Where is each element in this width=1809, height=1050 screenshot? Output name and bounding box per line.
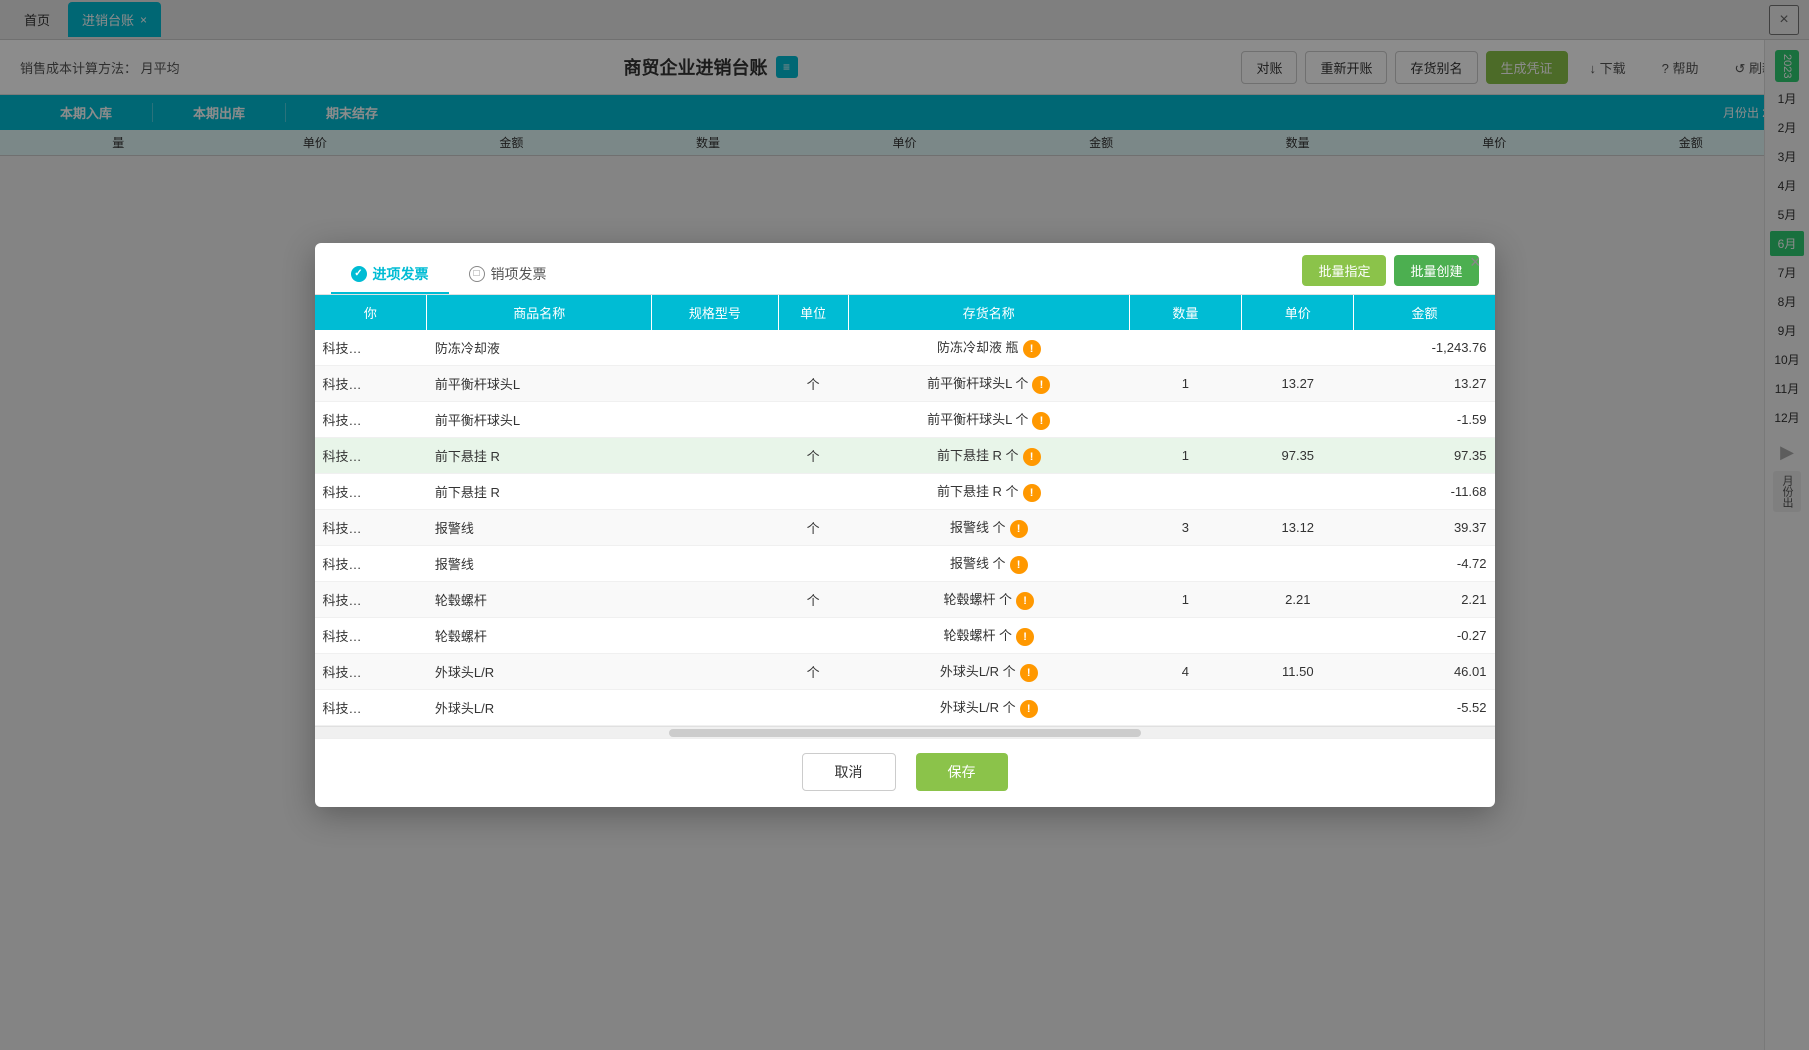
table-row: 科技…报警线个报警线 个!313.1239.37 [315,510,1495,546]
amount-cell: 2.21 [1354,582,1495,618]
table-row: 科技…轮毂螺杆个轮毂螺杆 个!12.212.21 [315,582,1495,618]
th-col7: 单价 [1242,295,1354,330]
amount-cell: -4.72 [1354,546,1495,582]
jinxiang-tab-icon: ✓ [351,266,367,282]
tab-xiaoxiang-fapiao[interactable]: □ 销项发票 [449,256,567,294]
warning-icon: ! [1020,700,1038,718]
modal-footer: 取消 保存 [315,738,1495,807]
inventory-name-cell: 前下悬挂 R 个! [848,438,1129,474]
warning-icon: ! [1023,340,1041,358]
amount-cell: 97.35 [1354,438,1495,474]
warning-icon: ! [1010,556,1028,574]
table-row: 科技…前下悬挂 R个前下悬挂 R 个!197.3597.35 [315,438,1495,474]
th-col8: 金额 [1354,295,1495,330]
table-row: 科技…前平衡杆球头L个前平衡杆球头L 个!113.2713.27 [315,366,1495,402]
save-button[interactable]: 保存 [916,753,1008,791]
amount-cell: -1.59 [1354,402,1495,438]
warning-icon: ! [1016,628,1034,646]
inventory-name-cell: 报警线 个! [848,546,1129,582]
modal-table-wrapper: 你 商品名称 规格型号 单位 存货名称 数量 单价 金额 科技…防冻冷却液防冻冷… [315,295,1495,726]
scrollbar-thumb[interactable] [669,729,1141,737]
inventory-name-cell: 前平衡杆球头L 个! [848,402,1129,438]
warning-icon: ! [1020,664,1038,682]
tab-jinxiang-fapiao[interactable]: ✓ 进项发票 [331,256,449,294]
modal-header: ✓ 进项发票 □ 销项发票 批量指定 批量创建 × [315,243,1495,295]
inventory-name-cell: 外球头L/R 个! [848,690,1129,726]
table-row: 科技…外球头L/R外球头L/R 个!-5.52 [315,690,1495,726]
inventory-name-cell: 外球头L/R 个! [848,654,1129,690]
inventory-name-cell: 前下悬挂 R 个! [848,474,1129,510]
jinxiang-tab-label: 进项发票 [373,264,429,284]
modal-horizontal-scrollbar[interactable] [315,726,1495,738]
table-row: 科技…轮毂螺杆轮毂螺杆 个!-0.27 [315,618,1495,654]
modal-overlay: ✓ 进项发票 □ 销项发票 批量指定 批量创建 × [0,0,1809,1050]
table-row: 科技…前平衡杆球头L前平衡杆球头L 个!-1.59 [315,402,1495,438]
inventory-name-cell: 前平衡杆球头L 个! [848,366,1129,402]
app-container: 首页 进销台账 × × 销售成本计算方法： 月平均 商贸企业进销台账 ≡ 对账 … [0,0,1809,1050]
th-col6: 数量 [1129,295,1241,330]
batch-assign-button[interactable]: 批量指定 [1302,255,1386,286]
xiaoxiang-tab-icon: □ [469,266,485,282]
table-row: 科技…外球头L/R个外球头L/R 个!411.5046.01 [315,654,1495,690]
inventory-name-cell: 防冻冷却液 瓶! [848,330,1129,366]
table-row: 科技…报警线报警线 个!-4.72 [315,546,1495,582]
warning-icon: ! [1023,448,1041,466]
th-col2: 商品名称 [427,295,652,330]
inventory-name-cell: 报警线 个! [848,510,1129,546]
th-col3: 规格型号 [652,295,778,330]
warning-icon: ! [1016,592,1034,610]
warning-icon: ! [1010,520,1028,538]
amount-cell: -1,243.76 [1354,330,1495,366]
amount-cell: 46.01 [1354,654,1495,690]
amount-cell: 13.27 [1354,366,1495,402]
inventory-name-cell: 轮毂螺杆 个! [848,618,1129,654]
cancel-button[interactable]: 取消 [802,753,896,791]
warning-icon: ! [1032,376,1050,394]
th-col5: 存货名称 [848,295,1129,330]
table-row: 科技…前下悬挂 R前下悬挂 R 个!-11.68 [315,474,1495,510]
warning-icon: ! [1023,484,1041,502]
modal-tabs: ✓ 进项发票 □ 销项发票 [331,256,567,294]
amount-cell: 39.37 [1354,510,1495,546]
amount-cell: -11.68 [1354,474,1495,510]
inventory-name-cell: 轮毂螺杆 个! [848,582,1129,618]
amount-cell: -5.52 [1354,690,1495,726]
modal-table: 你 商品名称 规格型号 单位 存货名称 数量 单价 金额 科技…防冻冷却液防冻冷… [315,295,1495,726]
th-col4: 单位 [778,295,848,330]
modal-header-buttons: 批量指定 批量创建 [1302,255,1478,294]
warning-icon: ! [1032,412,1050,430]
th-col1: 你 [315,295,427,330]
batch-create-button[interactable]: 批量创建 [1394,255,1478,286]
xiaoxiang-tab-label: 销项发票 [491,264,547,284]
table-row: 科技…防冻冷却液防冻冷却液 瓶!-1,243.76 [315,330,1495,366]
modal-close-button[interactable]: × [1470,253,1481,271]
amount-cell: -0.27 [1354,618,1495,654]
modal-dialog: ✓ 进项发票 □ 销项发票 批量指定 批量创建 × [315,243,1495,807]
